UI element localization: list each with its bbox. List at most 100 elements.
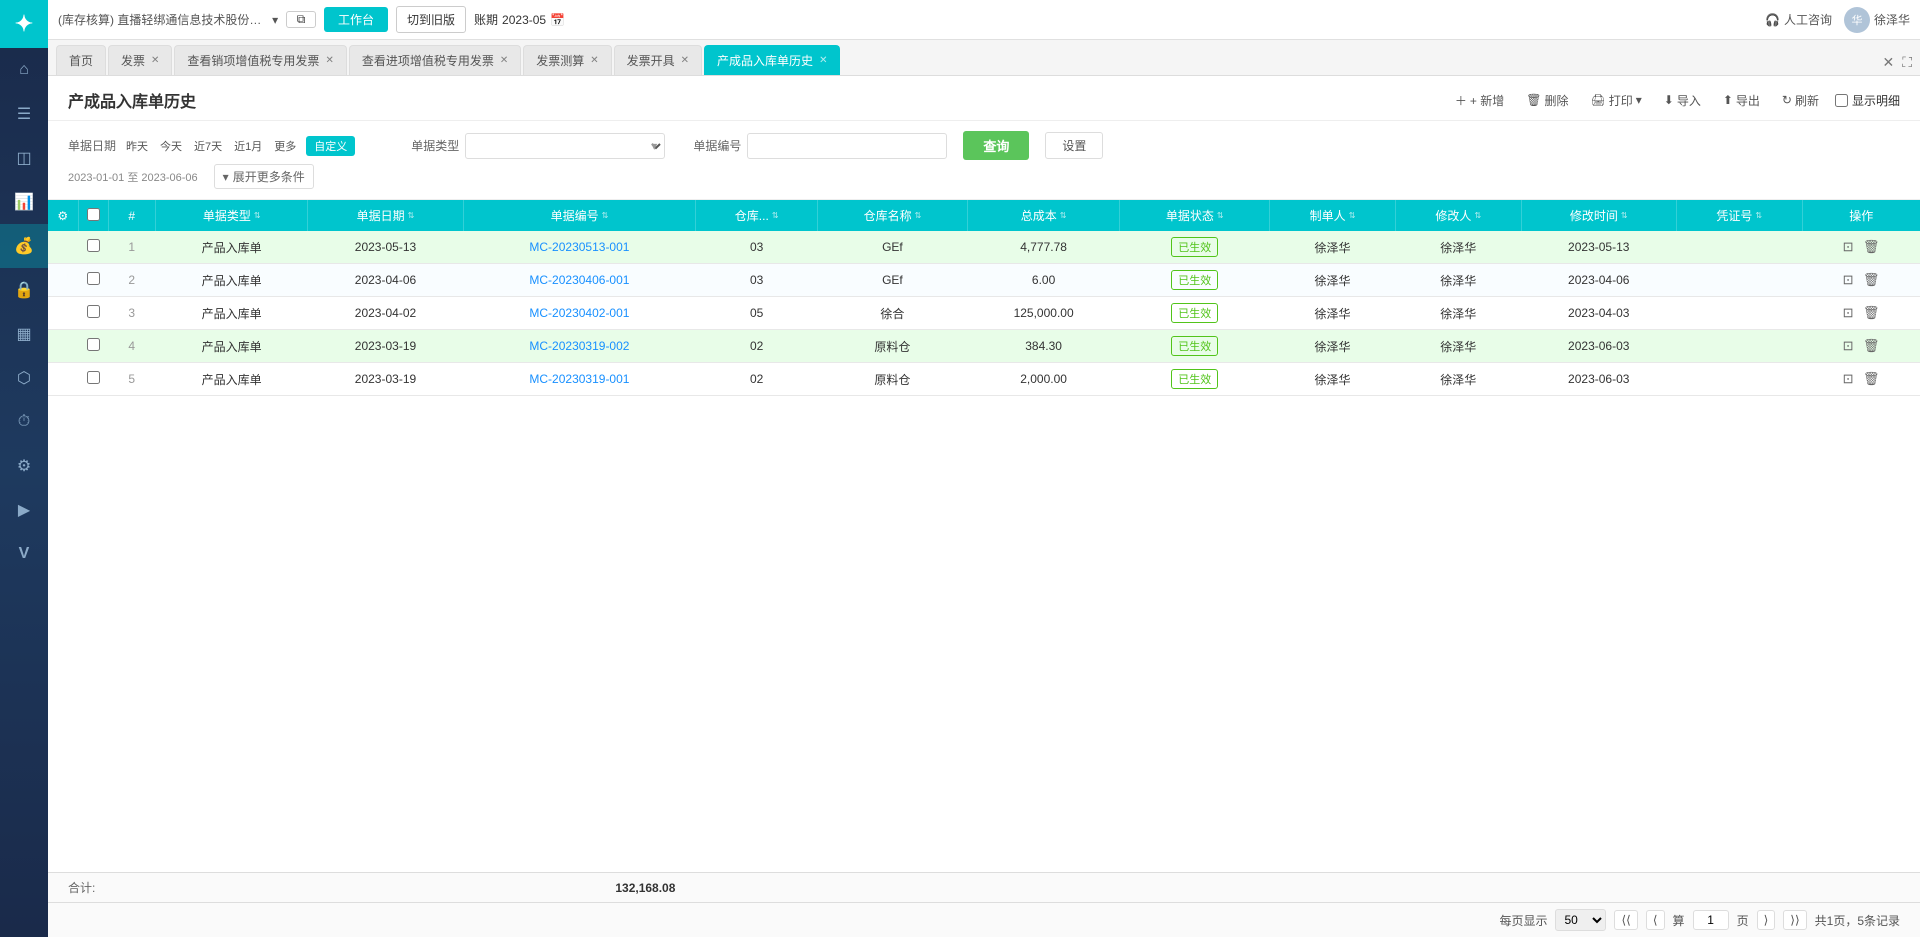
number-link[interactable]: MC-20230402-001 — [529, 306, 629, 320]
type-filter-select[interactable] — [465, 133, 665, 159]
select-all-checkbox[interactable] — [87, 208, 100, 221]
sidebar-item-v[interactable]: V — [0, 532, 48, 576]
edit-btn[interactable]: ⊡ — [1840, 370, 1857, 388]
row-checkbox[interactable] — [87, 239, 100, 252]
settings-col-header[interactable]: ⚙ — [48, 200, 78, 231]
delete-row-btn[interactable]: 🗑 — [1860, 238, 1883, 256]
sidebar-item-analytics[interactable]: 📊 — [0, 180, 48, 224]
setting-button[interactable]: 设置 — [1045, 132, 1103, 159]
row-checkbox[interactable] — [87, 305, 100, 318]
number-link[interactable]: MC-20230319-002 — [529, 339, 629, 353]
delete-row-btn[interactable]: 🗑 — [1860, 337, 1883, 355]
tab-sales-vat[interactable]: 查看销项增值税专用发票 ✕ — [174, 45, 346, 75]
tab-invoice-issue-close[interactable]: ✕ — [681, 55, 689, 66]
sidebar-item-chart[interactable]: ◫ — [0, 136, 48, 180]
checkbox-cell[interactable] — [78, 363, 108, 396]
row-checkbox[interactable] — [87, 272, 100, 285]
maximize-btn[interactable]: ⛶ — [1902, 54, 1912, 71]
expand-filter-btn[interactable]: ▾ 展开更多条件 — [214, 164, 314, 189]
tab-purchase-vat[interactable]: 查看进项增值税专用发票 ✕ — [349, 45, 521, 75]
checkbox-col-header[interactable] — [78, 200, 108, 231]
sidebar-item-stamp[interactable]: ⬡ — [0, 356, 48, 400]
import-button[interactable]: ⬇ 导入 — [1658, 89, 1707, 112]
number-cell[interactable]: MC-20230319-001 — [463, 363, 696, 396]
row-checkbox[interactable] — [87, 338, 100, 351]
edit-btn[interactable]: ⊡ — [1840, 238, 1857, 256]
last7days-btn[interactable]: 近7天 — [190, 137, 226, 155]
next-page-btn[interactable]: ⟩ — [1757, 910, 1776, 930]
voucher-col-header[interactable]: 凭证号 ⇅ — [1676, 200, 1802, 231]
tab-product-inbound-close[interactable]: ✕ — [819, 55, 827, 66]
checkbox-cell[interactable] — [78, 330, 108, 363]
wh-name-col-header[interactable]: 仓库名称 ⇅ — [818, 200, 968, 231]
tab-sales-vat-close[interactable]: ✕ — [325, 55, 333, 66]
print-button[interactable]: 🖨 打印 ▾ — [1584, 89, 1647, 112]
number-filter-input[interactable] — [747, 133, 947, 159]
period-selector[interactable]: 账期 2023-05 📅 — [474, 11, 565, 28]
show-detail-checkbox[interactable] — [1835, 94, 1848, 107]
edit-btn[interactable]: ⊡ — [1840, 271, 1857, 289]
checkbox-cell[interactable] — [78, 231, 108, 264]
sidebar-item-doc[interactable]: ☰ — [0, 92, 48, 136]
tab-product-inbound[interactable]: 产成品入库单历史 ✕ — [704, 45, 840, 75]
checkbox-cell[interactable] — [78, 297, 108, 330]
refresh-button[interactable]: ↻ 刷新 — [1776, 89, 1825, 112]
company-selector[interactable]: (库存核算) 直播轻绑通信息技术股份有... ▾ — [58, 11, 278, 28]
checkbox-cell[interactable] — [78, 264, 108, 297]
tab-home[interactable]: 首页 — [56, 45, 106, 75]
edit-btn[interactable]: ⊡ — [1840, 304, 1857, 322]
current-page-input[interactable] — [1693, 910, 1729, 930]
delete-row-btn[interactable]: 🗑 — [1860, 304, 1883, 322]
type-col-header[interactable]: 单据类型 ⇅ — [155, 200, 307, 231]
number-link[interactable]: MC-20230406-001 — [529, 273, 629, 287]
support-btn[interactable]: 🎧 人工咨询 — [1765, 11, 1832, 28]
modify-time-col-header[interactable]: 修改时间 ⇅ — [1521, 200, 1676, 231]
yesterday-btn[interactable]: 昨天 — [122, 137, 152, 155]
export-button[interactable]: ⬆ 导出 — [1717, 89, 1766, 112]
per-page-select[interactable]: 50 10 20 100 — [1555, 909, 1606, 931]
close-tab-btn[interactable]: ✕ — [1882, 54, 1894, 71]
number-link[interactable]: MC-20230513-001 — [529, 240, 629, 254]
more-btn[interactable]: 更多 — [270, 137, 300, 155]
tab-invoice-close[interactable]: ✕ — [151, 55, 159, 66]
workbench-button[interactable]: 工作台 — [324, 7, 388, 32]
sidebar-item-grid[interactable]: ▦ — [0, 312, 48, 356]
delete-button[interactable]: 🗑 删除 — [1520, 89, 1574, 112]
sidebar-item-lock[interactable]: 🔒 — [0, 268, 48, 312]
new-button[interactable]: ＋ + 新增 — [1449, 89, 1510, 112]
first-page-btn[interactable]: ⟨⟨ — [1614, 910, 1637, 930]
edit-btn[interactable]: ⊡ — [1840, 337, 1857, 355]
query-button[interactable]: 查询 — [963, 131, 1029, 160]
delete-row-btn[interactable]: 🗑 — [1860, 271, 1883, 289]
date-col-header[interactable]: 单据日期 ⇅ — [308, 200, 463, 231]
sidebar-item-settings[interactable]: ⚙ — [0, 444, 48, 488]
last1month-btn[interactable]: 近1月 — [230, 137, 266, 155]
status-col-header[interactable]: 单据状态 ⇅ — [1120, 200, 1270, 231]
document-btn[interactable]: ⧉ — [286, 11, 316, 28]
tab-purchase-vat-close[interactable]: ✕ — [500, 55, 508, 66]
prev-page-btn[interactable]: ⟨ — [1646, 910, 1665, 930]
tab-invoice-calc-close[interactable]: ✕ — [590, 55, 598, 66]
sidebar-item-time[interactable]: ⏱ — [0, 400, 48, 444]
switch-version-button[interactable]: 切到旧版 — [396, 6, 466, 33]
number-cell[interactable]: MC-20230319-002 — [463, 330, 696, 363]
number-col-header[interactable]: 单据编号 ⇅ — [463, 200, 696, 231]
tab-invoice-calc[interactable]: 发票测算 ✕ — [523, 45, 611, 75]
cost-col-header[interactable]: 总成本 ⇅ — [967, 200, 1120, 231]
show-detail-checkbox-label[interactable]: 显示明细 — [1835, 92, 1900, 109]
sidebar-item-play[interactable]: ▶ — [0, 488, 48, 532]
sidebar-item-bill[interactable]: 💰 — [0, 224, 48, 268]
tab-invoice-issue[interactable]: 发票开具 ✕ — [614, 45, 702, 75]
sidebar-item-home[interactable]: ⌂ — [0, 48, 48, 92]
number-cell[interactable]: MC-20230513-001 — [463, 231, 696, 264]
last-page-btn[interactable]: ⟩⟩ — [1783, 910, 1806, 930]
number-link[interactable]: MC-20230319-001 — [529, 372, 629, 386]
row-checkbox[interactable] — [87, 371, 100, 384]
modifier-col-header[interactable]: 修改人 ⇅ — [1395, 200, 1521, 231]
delete-row-btn[interactable]: 🗑 — [1860, 370, 1883, 388]
custom-date-btn[interactable]: 自定义 — [306, 136, 355, 156]
number-cell[interactable]: MC-20230402-001 — [463, 297, 696, 330]
today-btn[interactable]: 今天 — [156, 137, 186, 155]
number-cell[interactable]: MC-20230406-001 — [463, 264, 696, 297]
creator-col-header[interactable]: 制单人 ⇅ — [1270, 200, 1396, 231]
